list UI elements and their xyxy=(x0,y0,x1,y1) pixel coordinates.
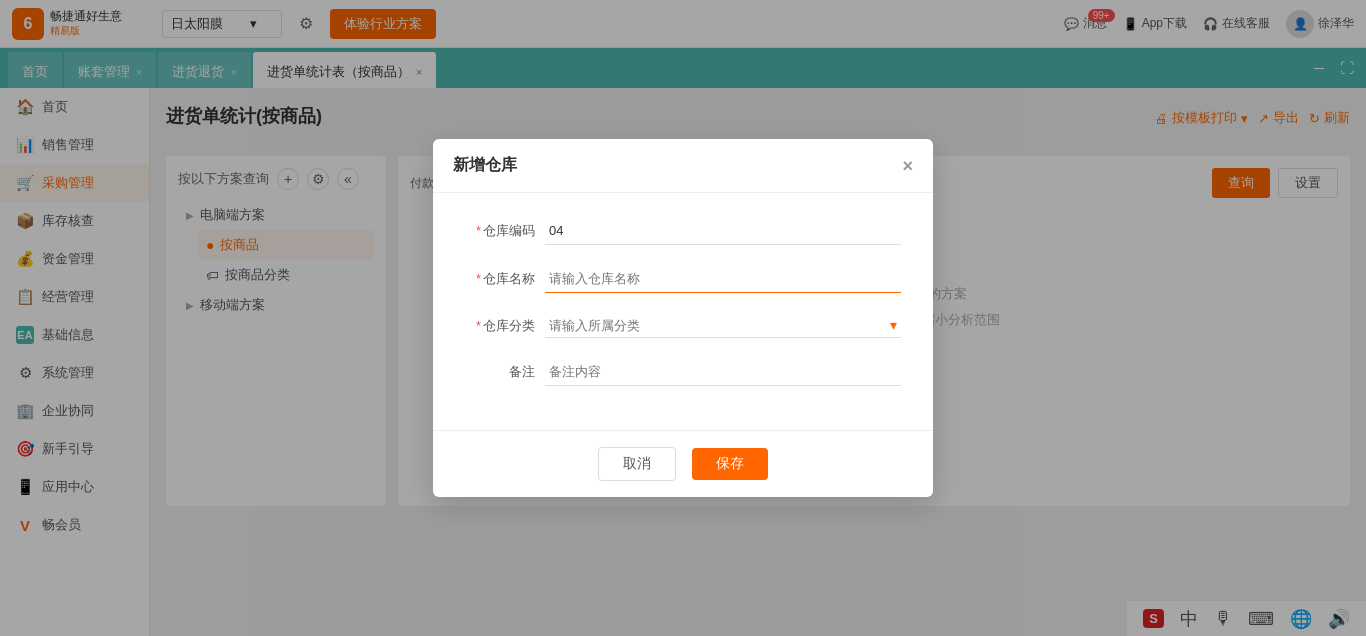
warehouse-code-label: *仓库编码 xyxy=(465,222,545,240)
category-required-star: * xyxy=(476,318,481,333)
warehouse-category-label: *仓库分类 xyxy=(465,317,545,335)
warehouse-category-select-row[interactable]: ▾ xyxy=(545,313,901,338)
warehouse-name-input[interactable] xyxy=(545,265,901,293)
modal-close-button[interactable]: × xyxy=(902,157,913,175)
warehouse-code-row: *仓库编码 xyxy=(465,217,901,245)
cancel-button[interactable]: 取消 xyxy=(598,447,676,481)
modal-footer: 取消 保存 xyxy=(433,430,933,497)
modal-overlay: 新增仓库 × *仓库编码 *仓库名称 *仓库分类 xyxy=(0,0,1366,636)
code-required-star: * xyxy=(476,223,481,238)
warehouse-remark-label: 备注 xyxy=(465,363,545,381)
modal-body: *仓库编码 *仓库名称 *仓库分类 ▾ xyxy=(433,193,933,430)
warehouse-category-row: *仓库分类 ▾ xyxy=(465,313,901,338)
category-dropdown-icon: ▾ xyxy=(890,317,897,333)
warehouse-name-label: *仓库名称 xyxy=(465,270,545,288)
warehouse-remark-input[interactable] xyxy=(545,358,901,386)
warehouse-remark-row: 备注 xyxy=(465,358,901,386)
new-warehouse-modal: 新增仓库 × *仓库编码 *仓库名称 *仓库分类 xyxy=(433,139,933,497)
warehouse-name-row: *仓库名称 xyxy=(465,265,901,293)
name-required-star: * xyxy=(476,271,481,286)
save-button[interactable]: 保存 xyxy=(692,448,768,480)
warehouse-code-input[interactable] xyxy=(545,217,901,245)
warehouse-category-input[interactable] xyxy=(549,318,890,333)
modal-title: 新增仓库 xyxy=(453,155,517,176)
modal-header: 新增仓库 × xyxy=(433,139,933,193)
